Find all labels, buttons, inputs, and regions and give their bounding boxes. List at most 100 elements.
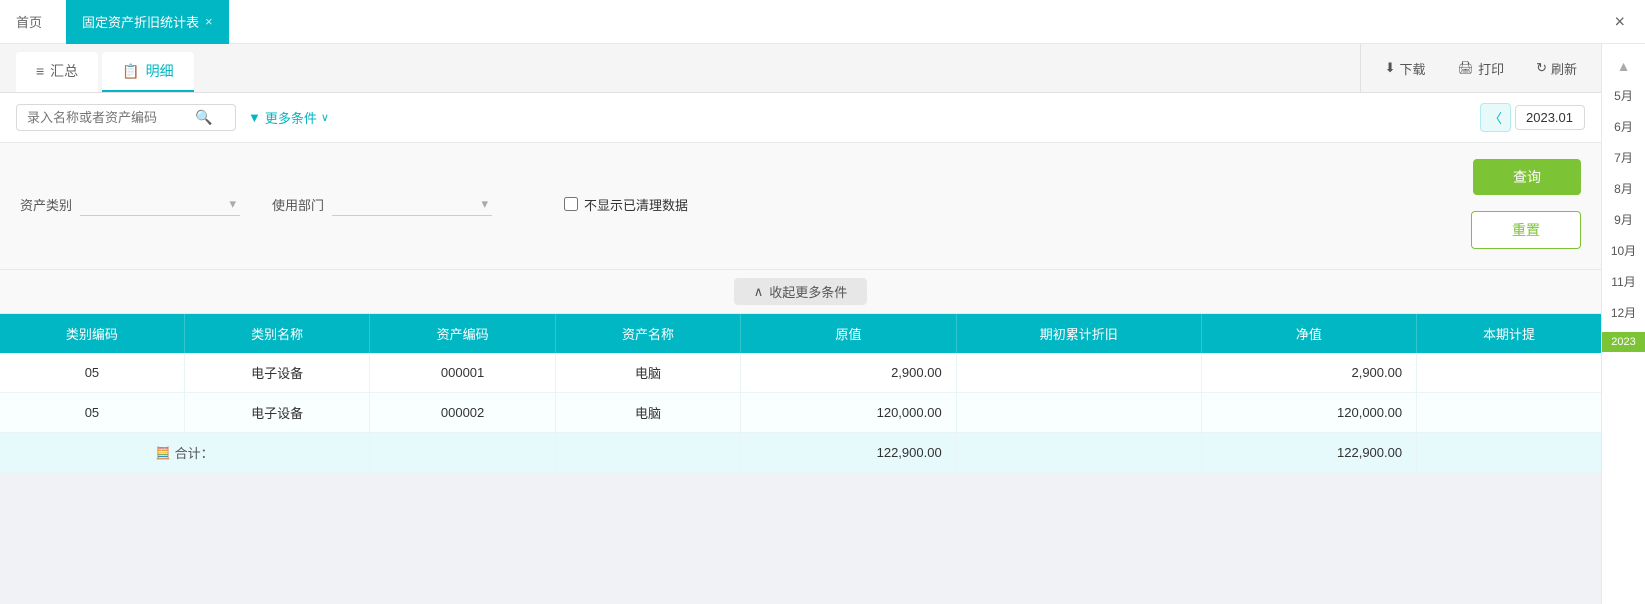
summary-accumulated — [956, 433, 1201, 473]
refresh-label: 刷新 — [1551, 59, 1577, 78]
cell-asset-code: 000001 — [370, 353, 555, 393]
date-display: 2023.01 — [1515, 105, 1585, 130]
cell-original-value: 120,000.00 — [741, 393, 956, 433]
print-button[interactable]: 🖨 打印 — [1450, 55, 1513, 82]
department-select-wrap[interactable] — [332, 192, 492, 216]
active-tab[interactable]: 固定资产折旧统计表 × — [66, 0, 229, 44]
asset-type-label: 资产类别 — [20, 195, 72, 214]
month-nav-item[interactable]: 6月 — [1611, 111, 1636, 142]
summary-icon: ≡ — [36, 63, 44, 79]
refresh-icon: ↻ — [1536, 60, 1547, 76]
no-cleared-filter[interactable]: 不显示已清理数据 — [564, 195, 688, 214]
cell-accumulated-depreciation — [956, 393, 1201, 433]
cell-current-period — [1417, 353, 1601, 393]
asset-type-filter: 资产类别 — [20, 192, 240, 216]
department-select[interactable] — [332, 192, 492, 216]
main-content: ≡ 汇总 📋 明细 ⬇ 下载 🖨 打印 ↻ 刷新 — [0, 44, 1601, 473]
summary-asset-code — [370, 433, 555, 473]
month-nav: 5月6月7月8月9月10月11月12月 — [1611, 80, 1636, 328]
table-header-row: 类别编码 类别名称 资产编码 资产名称 原值 期初累计折旧 净值 本期计提 — [0, 314, 1601, 353]
collapse-bar: ∧ 收起更多条件 — [0, 270, 1601, 314]
download-button[interactable]: ⬇ 下载 — [1377, 55, 1434, 82]
cell-category-name: 电子设备 — [184, 393, 369, 433]
col-category-name: 类别名称 — [184, 314, 369, 353]
summary-label-text: 合计： — [175, 443, 214, 462]
summary-current-period — [1417, 433, 1601, 473]
top-bar: 首页 固定资产折旧统计表 × × — [0, 0, 1645, 44]
tab-switcher: ≡ 汇总 📋 明细 — [0, 44, 1360, 92]
asset-type-select[interactable] — [80, 192, 240, 216]
cell-original-value: 2,900.00 — [741, 353, 956, 393]
query-button[interactable]: 查询 — [1473, 159, 1581, 195]
cell-current-period — [1417, 393, 1601, 433]
asset-type-select-wrap[interactable] — [80, 192, 240, 216]
refresh-button[interactable]: ↻ 刷新 — [1528, 55, 1585, 82]
tab-detail[interactable]: 📋 明细 — [102, 52, 193, 92]
no-cleared-checkbox[interactable] — [564, 197, 578, 211]
tab-summary-label: 汇总 — [50, 61, 78, 81]
cell-category-code: 05 — [0, 393, 184, 433]
col-asset-name: 资产名称 — [555, 314, 740, 353]
more-conditions-button[interactable]: ▼ 更多条件 ∨ — [248, 108, 329, 127]
summary-asset-name — [555, 433, 740, 473]
year-badge[interactable]: 2023 — [1602, 332, 1645, 352]
search-icon: 🔍 — [195, 109, 212, 126]
cell-category-code: 05 — [0, 353, 184, 393]
col-accumulated-depreciation: 期初累计折旧 — [956, 314, 1201, 353]
tab-summary[interactable]: ≡ 汇总 — [16, 52, 98, 92]
download-icon: ⬇ — [1385, 60, 1396, 76]
close-window-button[interactable]: × — [1614, 11, 1625, 32]
side-nav: ▲ 5月6月7月8月9月10月11月12月 2023 — [1601, 44, 1645, 604]
month-nav-item[interactable]: 8月 — [1611, 173, 1636, 204]
collapse-label: 收起更多条件 — [769, 282, 847, 301]
search-input-wrap[interactable]: 🔍 — [16, 104, 236, 131]
filter-section: 资产类别 使用部门 不显示已清理数据 — [0, 143, 1601, 270]
table-wrapper: 类别编码 类别名称 资产编码 资产名称 原值 期初累计折旧 净值 本期计提 05… — [0, 314, 1601, 473]
summary-net-value: 122,900.00 — [1201, 433, 1416, 473]
date-nav-prev-button[interactable]: 〈 — [1480, 103, 1511, 132]
cell-accumulated-depreciation — [956, 353, 1201, 393]
col-original-value: 原值 — [741, 314, 956, 353]
cell-asset-name: 电脑 — [555, 393, 740, 433]
toolbar-actions: ⬇ 下载 🖨 打印 ↻ 刷新 — [1377, 55, 1585, 82]
col-asset-code: 资产编码 — [370, 314, 555, 353]
table-row: 05 电子设备 000001 电脑 2,900.00 2,900.00 — [0, 353, 1601, 393]
calc-icon: 🧮 — [156, 446, 171, 460]
print-label: 打印 — [1478, 59, 1504, 78]
scroll-up-button[interactable]: ▲ — [1602, 52, 1645, 80]
collapse-button[interactable]: ∧ 收起更多条件 — [734, 278, 868, 305]
active-tab-label: 固定资产折旧统计表 — [82, 12, 199, 31]
filter-row: 资产类别 使用部门 不显示已清理数据 — [20, 159, 1581, 249]
chevron-up-icon: ∧ — [754, 284, 764, 300]
month-nav-item[interactable]: 11月 — [1611, 266, 1636, 297]
cell-asset-name: 电脑 — [555, 353, 740, 393]
close-tab-button[interactable]: × — [205, 14, 213, 29]
more-conditions-label: 更多条件 — [265, 108, 317, 127]
cell-category-name: 电子设备 — [184, 353, 369, 393]
month-nav-item[interactable]: 10月 — [1611, 235, 1636, 266]
detail-icon: 📋 — [122, 63, 139, 80]
month-nav-item[interactable]: 9月 — [1611, 204, 1636, 235]
action-buttons: 查询 重置 — [1471, 159, 1581, 249]
summary-row: 🧮 合计： 122,900.00 122,900.00 — [0, 433, 1601, 473]
table-row: 05 电子设备 000002 电脑 120,000.00 120,000.00 — [0, 393, 1601, 433]
col-net-value: 净值 — [1201, 314, 1416, 353]
reset-button[interactable]: 重置 — [1471, 211, 1581, 249]
search-bar: 🔍 ▼ 更多条件 ∨ 〈 2023.01 — [0, 93, 1601, 143]
download-label: 下载 — [1400, 59, 1426, 78]
cell-asset-code: 000002 — [370, 393, 555, 433]
data-table: 类别编码 类别名称 资产编码 资产名称 原值 期初累计折旧 净值 本期计提 05… — [0, 314, 1601, 473]
cell-net-value: 120,000.00 — [1201, 393, 1416, 433]
chevron-down-icon: ∨ — [321, 111, 329, 124]
col-current-period: 本期计提 — [1417, 314, 1601, 353]
month-nav-item[interactable]: 7月 — [1611, 142, 1636, 173]
toolbar: ⬇ 下载 🖨 打印 ↻ 刷新 — [1360, 44, 1601, 92]
department-label: 使用部门 — [272, 195, 324, 214]
search-input[interactable] — [27, 110, 187, 125]
cell-net-value: 2,900.00 — [1201, 353, 1416, 393]
month-nav-item[interactable]: 12月 — [1611, 297, 1636, 328]
home-link[interactable]: 首页 — [16, 12, 42, 31]
summary-label-cell: 🧮 合计： — [0, 433, 370, 473]
month-nav-item[interactable]: 5月 — [1611, 80, 1636, 111]
department-filter: 使用部门 — [272, 192, 492, 216]
